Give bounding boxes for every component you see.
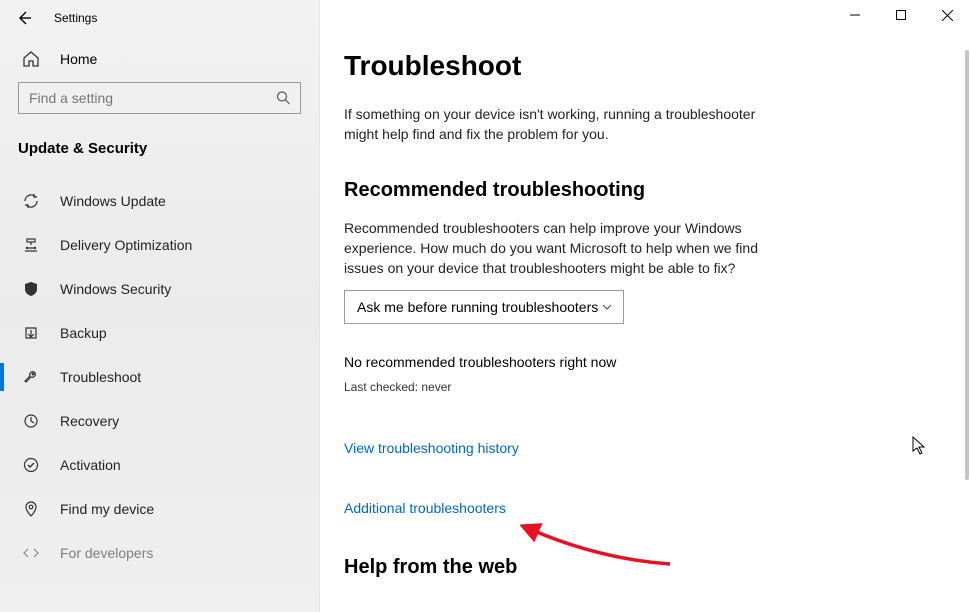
wrench-icon: [22, 368, 40, 386]
dev-icon: [22, 544, 40, 562]
sidebar-item-for-developers[interactable]: For developers: [0, 531, 319, 575]
scrollbar-thumb[interactable]: [965, 50, 969, 480]
window-controls: [832, 0, 970, 30]
view-history-link[interactable]: View troubleshooting history: [344, 440, 519, 456]
sidebar-section-title: Update & Security: [0, 114, 319, 169]
app-title: Settings: [54, 11, 97, 25]
sidebar-item-label: Recovery: [60, 413, 119, 429]
sidebar-item-troubleshoot[interactable]: Troubleshoot: [0, 355, 319, 399]
close-button[interactable]: [924, 0, 970, 30]
sidebar-item-label: Delivery Optimization: [60, 237, 192, 253]
minimize-button[interactable]: [832, 0, 878, 30]
sidebar-item-backup[interactable]: Backup: [0, 311, 319, 355]
sync-icon: [22, 192, 40, 210]
sidebar-item-label: Find my device: [60, 501, 154, 517]
delivery-icon: [22, 236, 40, 254]
sidebar-item-delivery-optimization[interactable]: Delivery Optimization: [0, 223, 319, 267]
main-pane: Troubleshoot If something on your device…: [320, 0, 970, 612]
minimize-icon: [850, 10, 860, 20]
sidebar-item-activation[interactable]: Activation: [0, 443, 319, 487]
maximize-button[interactable]: [878, 0, 924, 30]
recovery-icon: [22, 412, 40, 430]
shield-icon: [22, 280, 40, 298]
sidebar-item-label: Backup: [60, 325, 107, 341]
additional-troubleshooters-link[interactable]: Additional troubleshooters: [344, 500, 506, 516]
page-title: Troubleshoot: [344, 50, 970, 82]
sidebar-nav: Windows Update Delivery Optimization Win…: [0, 179, 319, 575]
home-icon: [22, 50, 40, 68]
recommended-heading: Recommended troubleshooting: [344, 179, 970, 202]
location-icon: [22, 500, 40, 518]
chevron-down-icon: [601, 301, 613, 313]
search-input[interactable]: [18, 82, 301, 114]
sidebar-item-label: Windows Update: [60, 193, 166, 209]
intro-text: If something on your device isn't workin…: [344, 104, 784, 145]
recommended-body: Recommended troubleshooters can help imp…: [344, 218, 784, 279]
arrow-left-icon: [16, 10, 32, 26]
sidebar-item-label: For developers: [60, 545, 153, 561]
sidebar-item-windows-security[interactable]: Windows Security: [0, 267, 319, 311]
select-value: Ask me before running troubleshooters: [357, 299, 598, 315]
sidebar-item-find-my-device[interactable]: Find my device: [0, 487, 319, 531]
help-web-heading: Help from the web: [344, 556, 970, 579]
scrollbar[interactable]: [964, 50, 970, 490]
sidebar-item-label: Windows Security: [60, 281, 171, 297]
check-circle-icon: [22, 456, 40, 474]
last-checked-text: Last checked: never: [344, 380, 970, 394]
sidebar-home[interactable]: Home: [0, 36, 319, 82]
maximize-icon: [896, 10, 906, 20]
no-recommended-text: No recommended troubleshooters right now: [344, 354, 970, 370]
backup-icon: [22, 324, 40, 342]
sidebar-item-label: Activation: [60, 457, 121, 473]
home-label: Home: [60, 51, 97, 67]
sidebar-item-label: Troubleshoot: [60, 369, 141, 385]
titlebar: Settings: [0, 0, 319, 36]
sidebar-item-recovery[interactable]: Recovery: [0, 399, 319, 443]
sidebar: Settings Home Update & Security Windo: [0, 0, 320, 612]
sidebar-item-windows-update[interactable]: Windows Update: [0, 179, 319, 223]
close-icon: [942, 10, 953, 21]
back-button[interactable]: [8, 2, 40, 34]
troubleshoot-pref-select[interactable]: Ask me before running troubleshooters: [344, 290, 624, 324]
